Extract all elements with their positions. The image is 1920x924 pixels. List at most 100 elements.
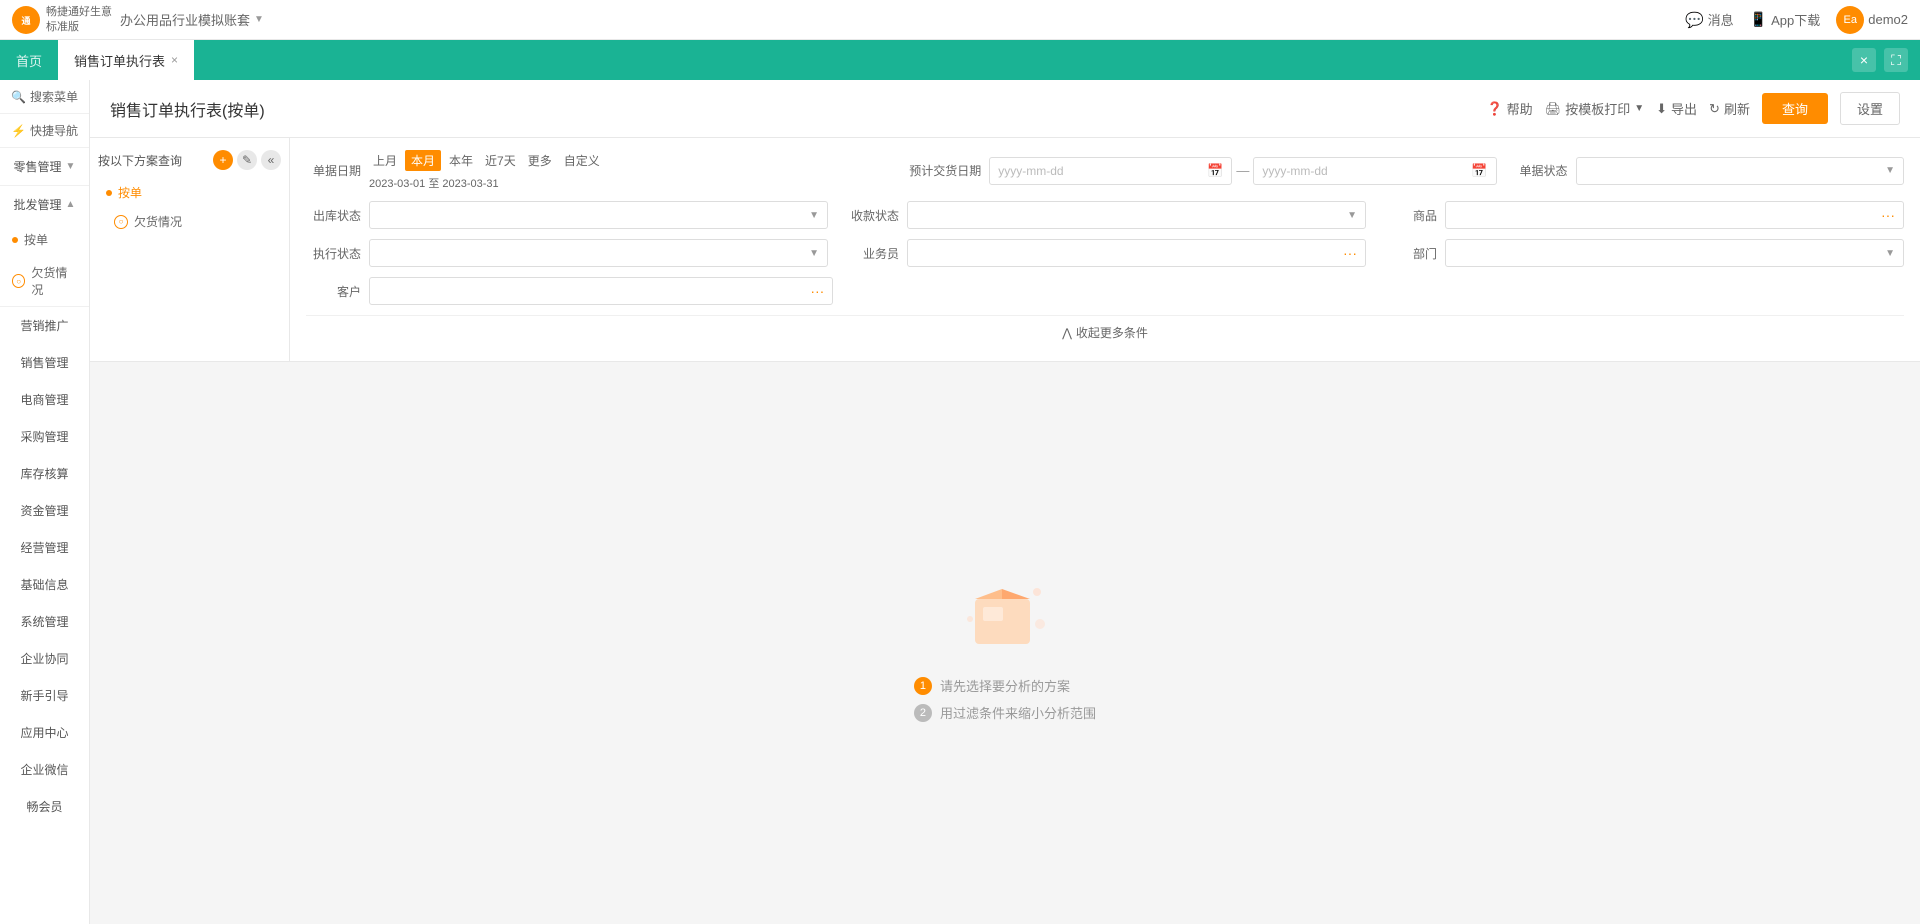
- tab-bar-actions: × ⛶: [1852, 48, 1920, 72]
- filter-scheme-header: 按以下方案查询 + ✎ «: [98, 150, 281, 170]
- estimated-date-end[interactable]: yyyy-mm-dd 📅: [1253, 157, 1496, 185]
- svg-text:通: 通: [21, 15, 30, 26]
- sidebar-item-purchase[interactable]: 采购管理: [0, 418, 89, 455]
- refresh-icon: ↻: [1709, 101, 1720, 117]
- sidebar-item-enterprise[interactable]: 企业协同: [0, 640, 89, 677]
- filter-payment-field: 收款状态 ▼: [844, 201, 1366, 229]
- date-tab-last-month[interactable]: 上月: [369, 150, 401, 171]
- scheme-subitem[interactable]: ○ 欠货情况: [98, 207, 281, 236]
- payment-select[interactable]: ▼: [907, 201, 1366, 229]
- main-area: 🔍 搜索菜单 ⚡ 快捷导航 零售管理 ▼ 批发管理 ▲ 按单 ○ 欠货情况: [0, 80, 1920, 924]
- filter-staff-field: 业务员 ···: [844, 239, 1366, 267]
- date-range-display: 2023-03-01 至 2023-03-31: [369, 175, 499, 191]
- help-btn[interactable]: ❓ 帮助: [1486, 99, 1532, 118]
- breadcrumb[interactable]: 办公用品行业模拟账套 ▼: [120, 10, 264, 29]
- logo-icon: 通: [12, 6, 40, 34]
- estimated-date-start[interactable]: yyyy-mm-dd 📅: [989, 157, 1232, 185]
- status-select[interactable]: ▼: [1576, 157, 1905, 185]
- filter-customer-field: 客户 ···: [306, 277, 833, 305]
- sidebar-item-wholesale[interactable]: 批发管理 ▲: [0, 186, 89, 223]
- setting-button[interactable]: 设置: [1840, 92, 1900, 125]
- sidebar-group-retail: 零售管理 ▼: [0, 148, 89, 186]
- filter-goods-field: 商品 ···: [1382, 201, 1904, 229]
- tab-sales-order[interactable]: 销售订单执行表 ×: [58, 40, 194, 80]
- refresh-btn[interactable]: ↻ 刷新: [1709, 99, 1750, 118]
- date-tab-this-year[interactable]: 本年: [445, 150, 477, 171]
- customer-label: 客户: [306, 283, 361, 300]
- sidebar-item-sales[interactable]: 销售管理: [0, 344, 89, 381]
- date-tab-more[interactable]: 更多: [524, 150, 556, 171]
- exec-select[interactable]: ▼: [369, 239, 828, 267]
- sidebar-item-inventory[interactable]: 库存核算: [0, 455, 89, 492]
- sidebar-search[interactable]: 🔍 搜索菜单: [0, 80, 89, 114]
- filter-dept-field: 部门 ▼: [1382, 239, 1904, 267]
- sidebar-item-appstore[interactable]: 应用中心: [0, 714, 89, 751]
- filter-row-2: 出库状态 ▼ 收款状态 ▼ 商品: [306, 201, 1904, 229]
- dept-label: 部门: [1382, 245, 1437, 262]
- search-icon: 🔍: [11, 90, 26, 104]
- delivery-label: 出库状态: [306, 207, 361, 224]
- sidebar-item-retail[interactable]: 零售管理 ▼: [0, 148, 89, 185]
- tab-home[interactable]: 首页: [0, 40, 58, 80]
- sidebar-subitem-shortage[interactable]: ○ 欠货情况: [0, 256, 89, 306]
- goods-input[interactable]: ···: [1445, 201, 1904, 229]
- sidebar-item-system[interactable]: 系统管理: [0, 603, 89, 640]
- retail-arrow-icon: ▼: [66, 161, 76, 172]
- sidebar-item-ecommerce[interactable]: 电商管理: [0, 381, 89, 418]
- window-close-btn[interactable]: ×: [1852, 48, 1876, 72]
- scheme-edit-btn[interactable]: ✎: [237, 150, 257, 170]
- export-icon: ⬇: [1656, 101, 1667, 117]
- delivery-select[interactable]: ▼: [369, 201, 828, 229]
- sidebar: 🔍 搜索菜单 ⚡ 快捷导航 零售管理 ▼ 批发管理 ▲ 按单 ○ 欠货情况: [0, 80, 90, 924]
- customer-input[interactable]: ···: [369, 277, 833, 305]
- page-title: 销售订单执行表(按单): [110, 97, 265, 121]
- calendar-end-icon: 📅: [1471, 163, 1487, 179]
- top-bar-left: 通 畅捷通好生意 标准版 办公用品行业模拟账套 ▼: [12, 5, 264, 34]
- filter-date-field: 单据日期 上月 本月 本年 近7天 更多 自定义: [306, 150, 893, 191]
- sidebar-item-operations[interactable]: 经营管理: [0, 529, 89, 566]
- goods-dots-icon[interactable]: ···: [1881, 207, 1895, 223]
- sidebar-subitem-by-order[interactable]: 按单: [0, 223, 89, 256]
- window-maximize-btn[interactable]: ⛶: [1884, 48, 1908, 72]
- date-tab-7days[interactable]: 近7天: [481, 150, 520, 171]
- date-range-inputs: yyyy-mm-dd 📅 — yyyy-mm-dd 📅: [989, 157, 1496, 185]
- payment-arrow-icon: ▼: [1347, 210, 1357, 221]
- date-separator: —: [1236, 163, 1249, 178]
- print-btn[interactable]: 🖨 按模板打印 ▼: [1545, 99, 1644, 118]
- sidebar-item-finance[interactable]: 资金管理: [0, 492, 89, 529]
- staff-dots-icon[interactable]: ···: [1343, 245, 1357, 261]
- dept-select[interactable]: ▼: [1445, 239, 1904, 267]
- staff-label: 业务员: [844, 245, 899, 262]
- sidebar-shortcut[interactable]: ⚡ 快捷导航: [0, 114, 89, 148]
- sidebar-item-guide[interactable]: 新手引导: [0, 677, 89, 714]
- scheme-item-active[interactable]: 按单: [98, 178, 281, 207]
- message-btn[interactable]: 💬 消息: [1685, 10, 1734, 29]
- export-btn[interactable]: ⬇ 导出: [1656, 99, 1697, 118]
- app-download-btn[interactable]: 📱 App下载: [1750, 10, 1821, 29]
- query-button[interactable]: 查询: [1762, 93, 1828, 124]
- sidebar-item-marketing[interactable]: 营销推广: [0, 307, 89, 344]
- filter-exec-field: 执行状态 ▼: [306, 239, 828, 267]
- date-tab-custom[interactable]: 自定义: [560, 150, 604, 171]
- empty-hint-2: 2 用过滤条件来缩小分析范围: [914, 703, 1096, 722]
- scheme-collapse-btn[interactable]: «: [261, 150, 281, 170]
- date-tab-this-month[interactable]: 本月: [405, 150, 441, 171]
- customer-dots-icon[interactable]: ···: [810, 283, 824, 299]
- user-avatar-area[interactable]: Ea demo2: [1836, 6, 1908, 34]
- collapse-more-btn[interactable]: ⋀ 收起更多条件: [306, 315, 1904, 349]
- top-bar: 通 畅捷通好生意 标准版 办公用品行业模拟账套 ▼ 💬 消息 📱 App下载 E…: [0, 0, 1920, 40]
- empty-hints: 1 请先选择要分析的方案 2 用过滤条件来缩小分析范围: [914, 676, 1096, 722]
- sidebar-item-basic[interactable]: 基础信息: [0, 566, 89, 603]
- exec-label: 执行状态: [306, 245, 361, 262]
- tab-bar: 首页 销售订单执行表 × × ⛶: [0, 40, 1920, 80]
- scheme-add-btn[interactable]: +: [213, 150, 233, 170]
- page-header-actions: ❓ 帮助 🖨 按模板打印 ▼ ⬇ 导出 ↻ 刷新 查询 设置: [1486, 92, 1900, 125]
- tab-close-icon[interactable]: ×: [171, 53, 178, 67]
- filter-row-3: 执行状态 ▼ 业务员 ··· 部门: [306, 239, 1904, 267]
- sub-circle-icon: ○: [114, 215, 128, 229]
- filter-estimated-date-field: 预计交货日期 yyyy-mm-dd 📅 — yyyy-mm-dd 📅: [909, 157, 1496, 185]
- status-arrow-icon: ▼: [1885, 165, 1895, 176]
- sidebar-item-member[interactable]: 畅会员: [0, 788, 89, 825]
- sidebar-item-wechat[interactable]: 企业微信: [0, 751, 89, 788]
- staff-input[interactable]: ···: [907, 239, 1366, 267]
